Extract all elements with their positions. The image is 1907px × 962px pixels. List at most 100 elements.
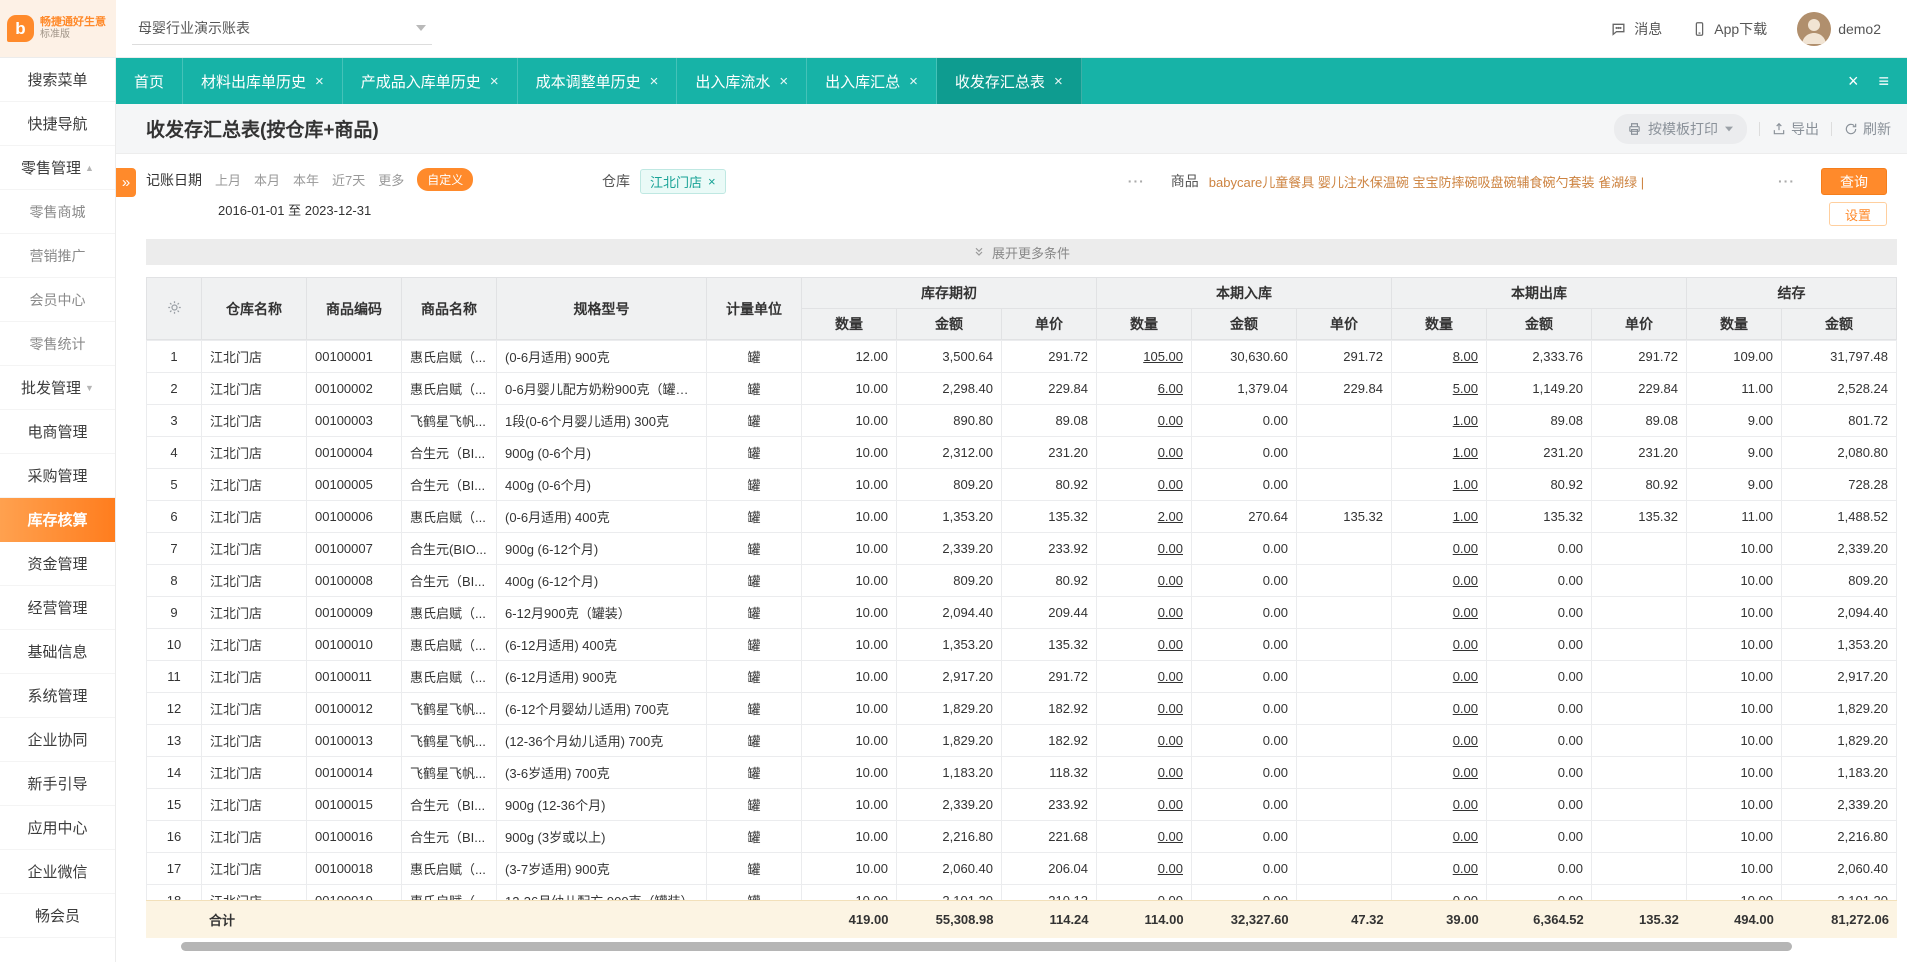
table-row[interactable]: 12 江北门店 00100012 飞鹤星飞帆... (6-12个月婴幼儿适用) 700克… xyxy=(146,692,1897,725)
sidebar-item-12[interactable]: 经营管理 xyxy=(0,586,115,630)
close-tabs-icon[interactable]: × xyxy=(1848,71,1859,92)
tab-item-1[interactable]: 材料出库单历史 × xyxy=(183,58,343,104)
user-menu[interactable]: demo2 xyxy=(1797,11,1881,46)
sidebar-item-15[interactable]: 企业协同 xyxy=(0,718,115,762)
scrollbar-thumb[interactable] xyxy=(181,941,1792,951)
cell-in_qty[interactable]: 0.00 xyxy=(1096,692,1192,725)
cell-in_qty[interactable]: 0.00 xyxy=(1096,820,1192,853)
tab-item-2[interactable]: 产成品入库单历史 × xyxy=(343,58,518,104)
tab-close-icon[interactable]: × xyxy=(650,73,659,90)
app-download-button[interactable]: App下载 xyxy=(1692,19,1767,39)
sidebar-item-1[interactable]: 快捷导航 xyxy=(0,102,115,146)
tab-close-icon[interactable]: × xyxy=(490,73,499,90)
warehouse-field[interactable]: 江北门店 × ··· xyxy=(640,168,1145,194)
table-row[interactable]: 3 江北门店 00100003 飞鹤星飞帆... 1段(0-6个月婴儿适用) 300克罐… xyxy=(146,404,1897,437)
collapse-filter-button[interactable]: » xyxy=(116,168,136,197)
table-row[interactable]: 7 江北门店 00100007 合生元(BIO... 900g (6-12个月) 罐 10.… xyxy=(146,532,1897,565)
custom-date-badge[interactable]: 自定义 xyxy=(417,168,474,191)
tab-close-icon[interactable]: × xyxy=(779,73,788,90)
table-row[interactable]: 17 江北门店 00100018 惠氏启赋（... (3-7岁适用) 900克罐 10.0… xyxy=(146,852,1897,885)
expand-more-conditions[interactable]: 展开更多条件 xyxy=(146,239,1897,265)
cell-out_qty[interactable]: 5.00 xyxy=(1391,372,1487,405)
sidebar-item-19[interactable]: 畅会员 xyxy=(0,894,115,938)
settings-button[interactable]: 设置 xyxy=(1829,202,1887,226)
tab-item-0[interactable]: 首页 xyxy=(116,58,184,104)
warehouse-tag[interactable]: 江北门店 × xyxy=(640,168,726,194)
tab-close-icon[interactable]: × xyxy=(909,73,918,90)
date-quick-link-0[interactable]: 上月 xyxy=(215,170,241,189)
cell-out_qty[interactable]: 0.00 xyxy=(1391,788,1487,821)
cell-out_qty[interactable]: 0.00 xyxy=(1391,756,1487,789)
column-settings-icon[interactable] xyxy=(146,277,202,340)
cell-out_qty[interactable]: 0.00 xyxy=(1391,692,1487,725)
refresh-button[interactable]: 刷新 xyxy=(1844,119,1891,139)
sidebar-item-5[interactable]: 会员中心 xyxy=(0,278,115,322)
table-row[interactable]: 6 江北门店 00100006 惠氏启赋（... (0-6月适用) 400克罐 10.00… xyxy=(146,500,1897,533)
sidebar-item-9[interactable]: 采购管理 xyxy=(0,454,115,498)
table-row[interactable]: 10 江北门店 00100010 惠氏启赋（... (6-12月适用) 400克罐 10.… xyxy=(146,628,1897,661)
product-field[interactable]: babycare儿童餐具 婴儿注水保温碗 宝宝防摔碗吸盘碗辅食碗勺套装 雀湖绿 … xyxy=(1209,168,1795,194)
tab-close-icon[interactable]: × xyxy=(315,73,324,90)
tab-item-3[interactable]: 成本调整单历史 × xyxy=(518,58,678,104)
cell-out_qty[interactable]: 0.00 xyxy=(1391,628,1487,661)
sidebar-item-11[interactable]: 资金管理 xyxy=(0,542,115,586)
cell-out_qty[interactable]: 0.00 xyxy=(1391,564,1487,597)
cell-in_qty[interactable]: 0.00 xyxy=(1096,628,1192,661)
cell-out_qty[interactable]: 0.00 xyxy=(1391,852,1487,885)
cell-out_qty[interactable]: 0.00 xyxy=(1391,820,1487,853)
cell-out_qty[interactable]: 0.00 xyxy=(1391,724,1487,757)
cell-out_qty[interactable]: 1.00 xyxy=(1391,500,1487,533)
date-quick-link-3[interactable]: 近7天 xyxy=(332,170,365,189)
cell-out_qty[interactable]: 1.00 xyxy=(1391,404,1487,437)
cell-in_qty[interactable]: 105.00 xyxy=(1096,340,1192,373)
cell-in_qty[interactable]: 0.00 xyxy=(1096,660,1192,693)
cell-in_qty[interactable]: 0.00 xyxy=(1096,532,1192,565)
warehouse-more-icon[interactable]: ··· xyxy=(1120,173,1145,189)
sidebar-item-13[interactable]: 基础信息 xyxy=(0,630,115,674)
cell-in_qty[interactable]: 0.00 xyxy=(1096,852,1192,885)
cell-in_qty[interactable]: 0.00 xyxy=(1096,564,1192,597)
cell-out_qty[interactable]: 0.00 xyxy=(1391,660,1487,693)
cell-in_qty[interactable]: 0.00 xyxy=(1096,788,1192,821)
sidebar-item-17[interactable]: 应用中心 xyxy=(0,806,115,850)
horizontal-scrollbar[interactable] xyxy=(146,941,1897,953)
sidebar-item-2[interactable]: 零售管理 ▲ xyxy=(0,146,115,190)
account-book-select[interactable]: 母婴行业演示账表 xyxy=(132,13,432,45)
cell-in_qty[interactable]: 0.00 xyxy=(1096,884,1192,900)
cell-in_qty[interactable]: 0.00 xyxy=(1096,404,1192,437)
table-row[interactable]: 15 江北门店 00100015 合生元（BI... 900g (12-36个月) 罐 10… xyxy=(146,788,1897,821)
sidebar-item-10[interactable]: 库存核算 xyxy=(0,498,115,542)
date-range-value[interactable]: 2016-01-01 至 2023-12-31 xyxy=(218,200,576,219)
cell-in_qty[interactable]: 6.00 xyxy=(1096,372,1192,405)
cell-out_qty[interactable]: 1.00 xyxy=(1391,468,1487,501)
sidebar-item-14[interactable]: 系统管理 xyxy=(0,674,115,718)
sidebar-item-18[interactable]: 企业微信 xyxy=(0,850,115,894)
tab-close-icon[interactable]: × xyxy=(1054,73,1063,90)
cell-out_qty[interactable]: 1.00 xyxy=(1391,436,1487,469)
cell-in_qty[interactable]: 0.00 xyxy=(1096,596,1192,629)
cell-out_qty[interactable]: 0.00 xyxy=(1391,884,1487,900)
cell-out_qty[interactable]: 8.00 xyxy=(1391,340,1487,373)
table-row[interactable]: 1 江北门店 00100001 惠氏启赋（... (0-6月适用) 900克罐 12.00… xyxy=(146,340,1897,373)
cell-in_qty[interactable]: 0.00 xyxy=(1096,756,1192,789)
table-row[interactable]: 8 江北门店 00100008 合生元（BI... 400g (6-12个月) 罐 10.0… xyxy=(146,564,1897,597)
table-row[interactable]: 16 江北门店 00100016 合生元（BI... 900g (3岁或以上) 罐 10.0… xyxy=(146,820,1897,853)
tab-item-4[interactable]: 出入库流水 × xyxy=(677,58,808,104)
date-quick-link-1[interactable]: 本月 xyxy=(254,170,280,189)
sidebar-item-7[interactable]: 批发管理 ▼ xyxy=(0,366,115,410)
sidebar-item-3[interactable]: 零售商城 xyxy=(0,190,115,234)
sidebar-item-8[interactable]: 电商管理 xyxy=(0,410,115,454)
table-row[interactable]: 2 江北门店 00100002 惠氏启赋（... 0-6月婴儿配方奶粉900克（罐装）罐… xyxy=(146,372,1897,405)
cell-in_qty[interactable]: 0.00 xyxy=(1096,468,1192,501)
sidebar-item-4[interactable]: 营销推广 xyxy=(0,234,115,278)
cell-in_qty[interactable]: 2.00 xyxy=(1096,500,1192,533)
date-quick-link-2[interactable]: 本年 xyxy=(293,170,319,189)
cell-in_qty[interactable]: 0.00 xyxy=(1096,436,1192,469)
product-more-icon[interactable]: ··· xyxy=(1770,173,1795,189)
sidebar-item-16[interactable]: 新手引导 xyxy=(0,762,115,806)
cell-in_qty[interactable]: 0.00 xyxy=(1096,724,1192,757)
sidebar-item-6[interactable]: 零售统计 xyxy=(0,322,115,366)
table-row[interactable]: 11 江北门店 00100011 惠氏启赋（... (6-12月适用) 900克罐 10.… xyxy=(146,660,1897,693)
table-row[interactable]: 13 江北门店 00100013 飞鹤星飞帆... (12-36个月幼儿适用) 700克… xyxy=(146,724,1897,757)
cell-out_qty[interactable]: 0.00 xyxy=(1391,532,1487,565)
